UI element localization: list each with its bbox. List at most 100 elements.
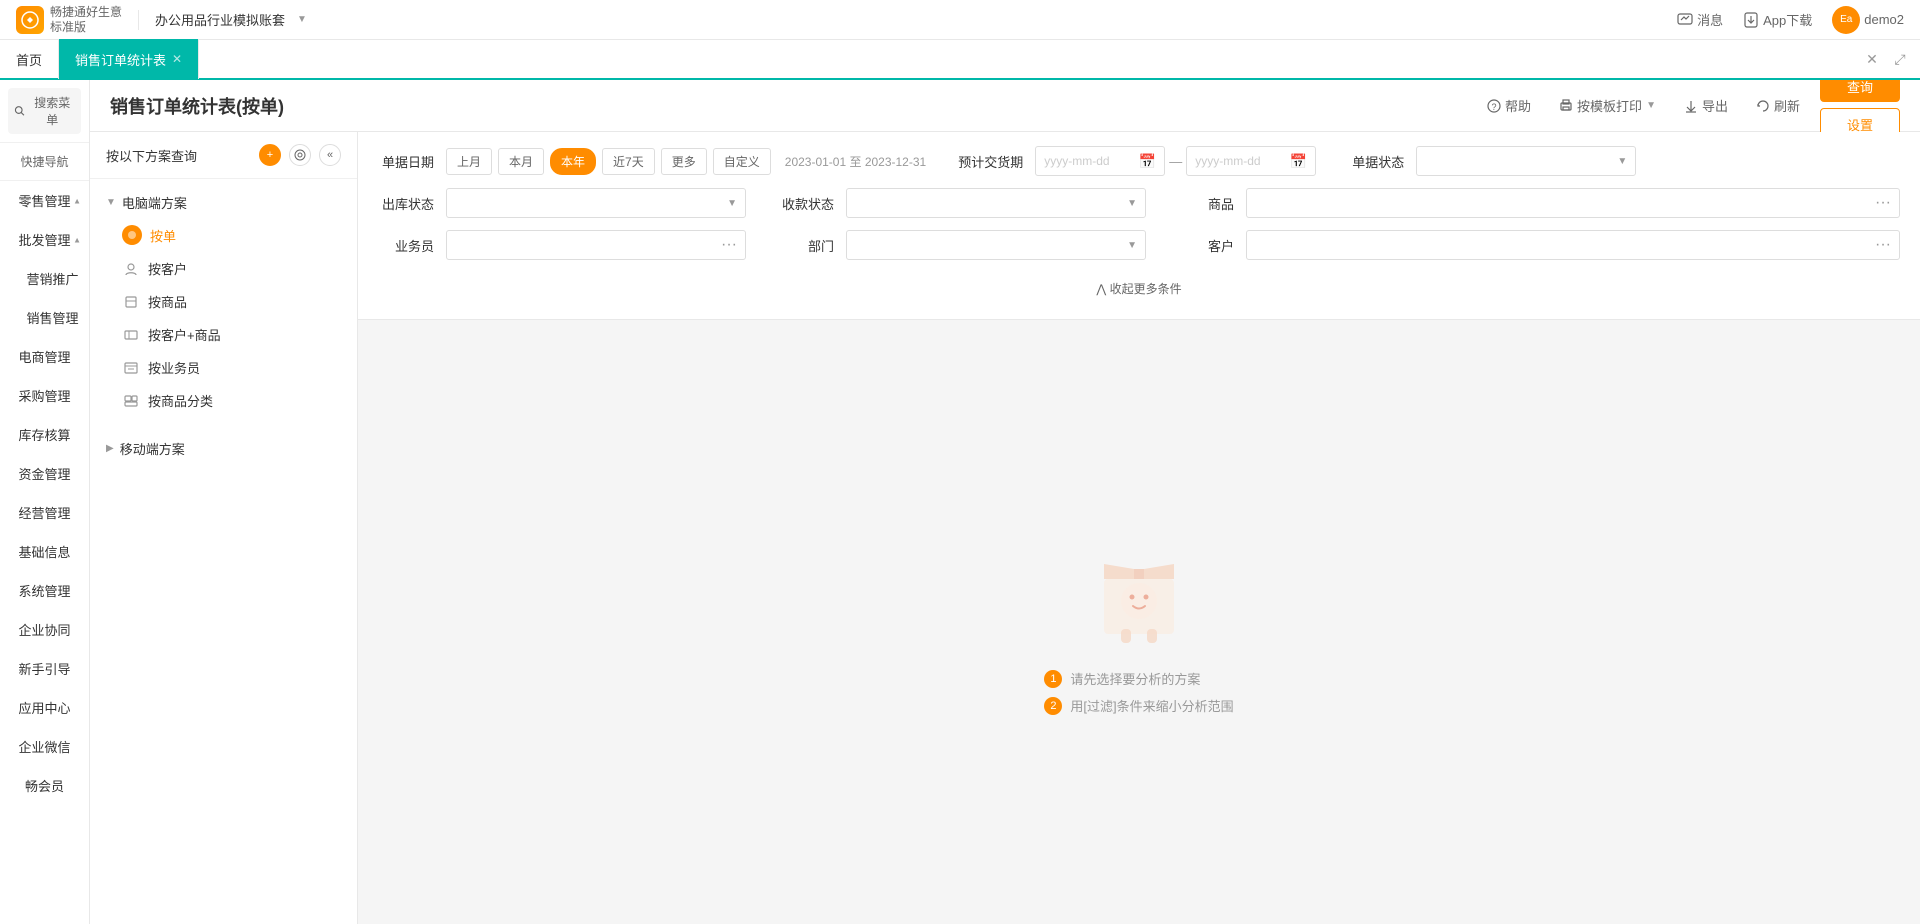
goods-select[interactable]: ···: [1246, 188, 1900, 218]
sidebar-item-sales[interactable]: 销售管理: [0, 298, 89, 337]
app-download-btn[interactable]: App下载: [1743, 10, 1812, 29]
filter-row-1: 单据日期 上月 本月 本年 近7天 更多 自定义 2023-01-01 至 20…: [378, 146, 1900, 176]
empty-hint-1: 1 请先选择要分析的方案: [1044, 669, 1233, 688]
date-btn-custom[interactable]: 自定义: [713, 148, 771, 175]
template-print-btn[interactable]: 按模板打印 ▼: [1551, 92, 1664, 119]
help-btn[interactable]: ? 帮助: [1479, 92, 1539, 119]
sidebar-item-inventory[interactable]: 库存核算: [0, 415, 89, 454]
sidebar-item-newuser[interactable]: 新手引导: [0, 649, 89, 688]
collapse-label: 收起更多条件: [1110, 282, 1182, 296]
goods-dots-icon[interactable]: ···: [1875, 194, 1891, 212]
department-select[interactable]: ▼: [846, 230, 1146, 260]
customer-dots-icon[interactable]: ···: [1875, 236, 1891, 254]
export-btn[interactable]: 导出: [1676, 92, 1736, 119]
tab-close-btn[interactable]: ✕: [172, 52, 182, 66]
date-btn-last-month[interactable]: 上月: [446, 148, 492, 175]
print-icon: [1559, 99, 1573, 113]
scheme-item-customer-goods[interactable]: 按客户+商品: [90, 318, 357, 351]
date-btn-this-year[interactable]: 本年: [550, 148, 596, 175]
close-window-btn[interactable]: ✕: [1864, 51, 1880, 67]
scheme-item-salesman[interactable]: 按业务员: [90, 351, 357, 384]
collapse-more-btn[interactable]: ⋀ 收起更多条件: [378, 272, 1900, 305]
mobile-scheme-arrow: ▶: [106, 443, 114, 454]
scheme-panel-header: 按以下方案查询 + «: [90, 132, 357, 179]
sidebar-nav-quick[interactable]: 快捷导航: [0, 143, 89, 181]
edit-scheme-btn[interactable]: [289, 144, 311, 166]
scheme-item-category[interactable]: 按商品分类: [90, 384, 357, 417]
user-avatar-area[interactable]: Ea demo2: [1832, 6, 1904, 34]
scheme-item-order[interactable]: 按单: [90, 218, 357, 252]
pc-scheme-group-header[interactable]: ▼ 电脑端方案: [90, 187, 357, 218]
sidebar-item-member[interactable]: 畅会员: [0, 766, 89, 805]
hint-num-1: 1: [1044, 670, 1062, 688]
app-download-icon: [1743, 12, 1759, 28]
sidebar-item-marketing[interactable]: 营销推广: [0, 259, 89, 298]
delivery-date-label: 预计交货期: [958, 152, 1023, 171]
order-status-select[interactable]: ▼: [1416, 146, 1636, 176]
sidebar-item-purchase[interactable]: 采购管理: [0, 376, 89, 415]
delivery-status-select[interactable]: ▼: [446, 188, 746, 218]
date-range-display: 2023-01-01 至 2023-12-31: [785, 153, 926, 170]
content-area: 销售订单统计表(按单) ? 帮助 按模板打印 ▼ 导出 刷新: [90, 80, 1920, 924]
customer-icon: [122, 260, 140, 278]
search-btn[interactable]: 查询: [1820, 80, 1900, 102]
customer-label: 客户: [1178, 236, 1234, 255]
scheme-panel-title: 按以下方案查询: [106, 146, 197, 165]
date-btn-7days[interactable]: 近7天: [602, 148, 655, 175]
sidebar-search-area: 帮助搜索菜单: [0, 80, 89, 143]
page-title-bar: 销售订单统计表(按单) ? 帮助 按模板打印 ▼ 导出 刷新: [90, 80, 1920, 132]
sidebar-item-corpwechat[interactable]: 企业微信: [0, 727, 89, 766]
date-btn-this-month[interactable]: 本月: [498, 148, 544, 175]
tab-bar: 首页 销售订单统计表 ✕ ✕ ⤢: [0, 40, 1920, 80]
goods-label: 商品: [1178, 194, 1234, 213]
scheme-panel: 按以下方案查询 + « ▼ 电脑端方案: [90, 132, 358, 924]
delivery-date-end[interactable]: yyyy-mm-dd 📅: [1186, 146, 1316, 176]
sidebar-item-finance[interactable]: 资金管理: [0, 454, 89, 493]
sidebar-item-enterprise[interactable]: 企业协同: [0, 610, 89, 649]
sidebar-item-ecommerce[interactable]: 电商管理: [0, 337, 89, 376]
sidebar-item-operation[interactable]: 经营管理: [0, 493, 89, 532]
collection-status-select[interactable]: ▼: [846, 188, 1146, 218]
sidebar-item-wholesale[interactable]: 批发管理: [0, 220, 89, 259]
search-menu-btn[interactable]: 帮助搜索菜单: [8, 88, 81, 134]
hint-num-2: 2: [1044, 697, 1062, 715]
mobile-scheme-group-header[interactable]: ▶ 移动端方案: [90, 433, 357, 464]
maximize-window-btn[interactable]: ⤢: [1892, 51, 1908, 67]
goods-icon: [122, 293, 140, 311]
customer-select[interactable]: ···: [1246, 230, 1900, 260]
add-scheme-btn[interactable]: +: [259, 144, 281, 166]
scheme-panel-icons: + «: [259, 144, 341, 166]
date-btn-more[interactable]: 更多: [661, 148, 707, 175]
scheme-item-customer[interactable]: 按客户: [90, 252, 357, 285]
message-btn[interactable]: 消息: [1677, 10, 1723, 29]
export-icon: [1684, 99, 1698, 113]
scheme-item-goods[interactable]: 按商品: [90, 285, 357, 318]
filter-row-3: 业务员 ··· 部门 ▼ 客户 ···: [378, 230, 1900, 260]
tab-home[interactable]: 首页: [0, 39, 59, 79]
page-title: 销售订单统计表(按单): [110, 93, 284, 119]
collapse-scheme-btn[interactable]: «: [319, 144, 341, 166]
salesman-select[interactable]: ···: [446, 230, 746, 260]
empty-illustration: [1079, 529, 1199, 649]
filter-bar: 单据日期 上月 本月 本年 近7天 更多 自定义 2023-01-01 至 20…: [358, 132, 1920, 320]
sidebar-item-appcenter[interactable]: 应用中心: [0, 688, 89, 727]
refresh-btn[interactable]: 刷新: [1748, 92, 1808, 119]
calendar-start-icon[interactable]: 📅: [1139, 153, 1156, 170]
svg-text:?: ?: [1492, 102, 1497, 112]
app-title-dropdown[interactable]: ▼: [297, 14, 307, 25]
sidebar-item-system[interactable]: 系统管理: [0, 571, 89, 610]
delivery-status-label: 出库状态: [378, 194, 434, 213]
filter-row-2: 出库状态 ▼ 收款状态 ▼ 商品 ···: [378, 188, 1900, 218]
top-bar-right: 消息 App下载 Ea demo2: [1677, 6, 1904, 34]
refresh-icon: [1756, 99, 1770, 113]
sidebar-item-basic[interactable]: 基础信息: [0, 532, 89, 571]
calendar-end-icon[interactable]: 📅: [1290, 153, 1307, 170]
logo-area: 畅捷通好生意 标准版: [16, 5, 122, 34]
collection-status-label: 收款状态: [778, 194, 834, 213]
tab-sales-stat-label: 销售订单统计表: [75, 50, 166, 69]
search-icon: [14, 105, 25, 117]
tab-sales-stat[interactable]: 销售订单统计表 ✕: [59, 39, 199, 79]
salesman-dots-icon[interactable]: ···: [721, 236, 737, 254]
sidebar-item-retail[interactable]: 零售管理: [0, 181, 89, 220]
delivery-date-start[interactable]: yyyy-mm-dd 📅: [1035, 146, 1165, 176]
